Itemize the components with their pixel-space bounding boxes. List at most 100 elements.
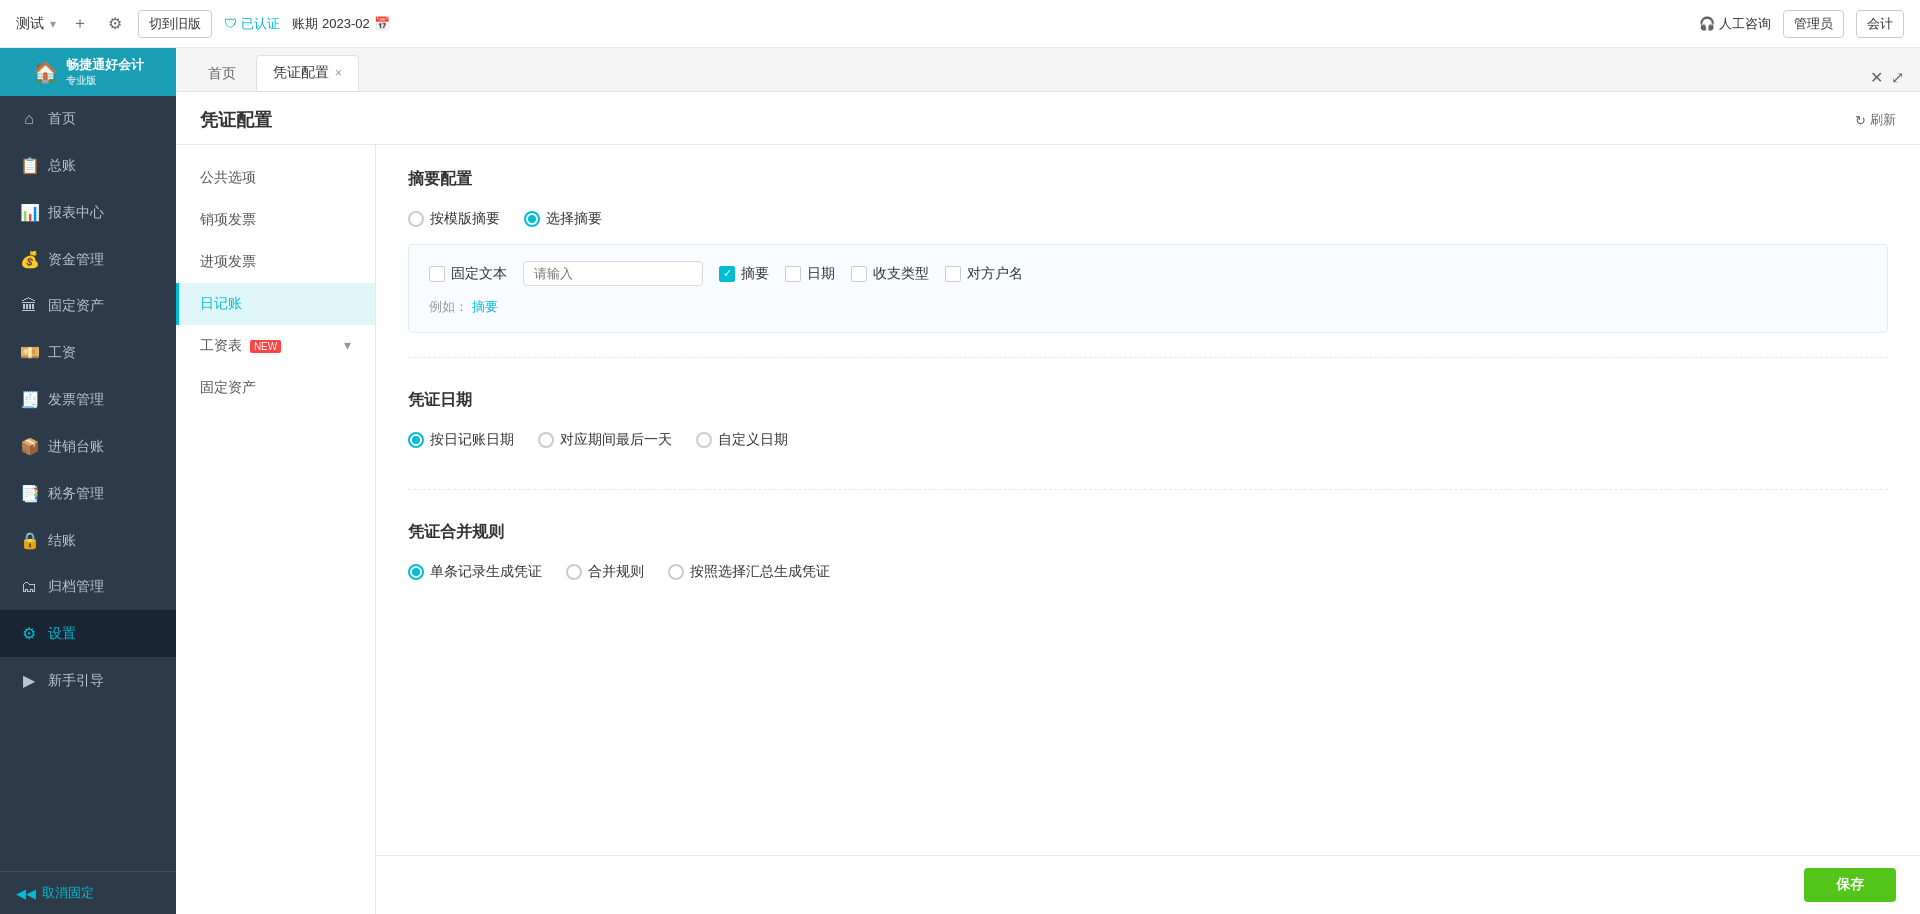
sidebar-item-wages[interactable]: 💴 工资 (0, 329, 176, 376)
fixed-text-input[interactable] (523, 261, 703, 286)
manager-button[interactable]: 管理员 (1783, 10, 1844, 38)
summary-config-row: 固定文本 摘要 日期 (429, 261, 1867, 286)
checkbox-summary-box (719, 266, 735, 282)
merge-title: 凭证合并规则 (408, 522, 1888, 543)
invoice-icon: 🧾 (20, 390, 38, 409)
config-nav-public[interactable]: 公共选项 (176, 157, 375, 199)
add-icon[interactable]: ＋ (68, 9, 92, 38)
save-button[interactable]: 保存 (1804, 868, 1896, 902)
merge-radio-group: 单条记录生成凭证 合并规则 按照选择汇总生成凭证 (408, 563, 1888, 581)
config-nav-journal[interactable]: 日记账 (176, 283, 375, 325)
date-radio-period-last[interactable]: 对应期间最后一天 (538, 431, 672, 449)
page-title: 凭证配置 (200, 108, 272, 144)
date-section: 凭证日期 按日记账日期 对应期间最后一天 (408, 390, 1888, 490)
consult-button[interactable]: 🎧 人工咨询 (1699, 15, 1771, 33)
checkbox-fixed-text-box (429, 266, 445, 282)
sidebar-item-ledger[interactable]: 📋 总账 (0, 142, 176, 189)
tab-voucher-config[interactable]: 凭证配置 × (256, 55, 359, 91)
checkbox-fixed-text[interactable]: 固定文本 (429, 265, 507, 283)
tab-home[interactable]: 首页 (192, 57, 252, 91)
config-nav-fixed-assets[interactable]: 固定资产 (176, 367, 375, 409)
checkbox-counterpart[interactable]: 对方户名 (945, 265, 1023, 283)
sidebar-item-settle[interactable]: 🔒 结账 (0, 517, 176, 564)
tab-actions: ✕ ⤢ (1870, 68, 1904, 91)
merge-section: 凭证合并规则 单条记录生成凭证 合并规则 (408, 522, 1888, 621)
archive-icon: 🗂 (20, 578, 38, 596)
period-badge: 账期 2023-02 📅 (292, 15, 390, 33)
expand-icon[interactable]: ⤢ (1891, 68, 1904, 87)
new-badge: NEW (250, 340, 281, 353)
tab-bar: 首页 凭证配置 × ✕ ⤢ (176, 48, 1920, 92)
config-layout: 公共选项 销项发票 进项发票 日记账 工资表 NEW ▾ (176, 145, 1920, 914)
merge-radio-single[interactable]: 单条记录生成凭证 (408, 563, 542, 581)
config-nav-sales-invoice[interactable]: 销项发票 (176, 199, 375, 241)
radio-period-last-circle (538, 432, 554, 448)
tab-close-icon[interactable]: × (335, 66, 342, 80)
expand-chevron-icon: ▾ (344, 337, 351, 353)
sidebar-item-tax[interactable]: 📑 税务管理 (0, 470, 176, 517)
date-radio-custom[interactable]: 自定义日期 (696, 431, 788, 449)
home-icon: ⌂ (20, 110, 38, 128)
sidebar-item-assets[interactable]: 🏛 固定资产 (0, 283, 176, 329)
guide-icon: ▶ (20, 671, 38, 690)
sidebar-item-settings[interactable]: ⚙ 设置 (0, 610, 176, 657)
settle-icon: 🔒 (20, 531, 38, 550)
config-nav-payroll[interactable]: 工资表 NEW ▾ (176, 325, 375, 367)
config-content-wrapper: 摘要配置 按模版摘要 选择摘要 (376, 145, 1920, 914)
radio-journal-circle (408, 432, 424, 448)
merge-radio-rules[interactable]: 合并规则 (566, 563, 644, 581)
checkbox-summary[interactable]: 摘要 (719, 265, 769, 283)
sidebar-logo: 🏠 畅捷通好会计 专业版 (0, 48, 176, 96)
switch-old-button[interactable]: 切到旧版 (138, 10, 212, 38)
headset-icon: 🎧 (1699, 16, 1715, 31)
summary-title: 摘要配置 (408, 169, 1888, 190)
checkbox-counterpart-box (945, 266, 961, 282)
wages-icon: 💴 (20, 343, 38, 362)
sidebar-item-reports[interactable]: 📊 报表中心 (0, 189, 176, 236)
summary-radio-template[interactable]: 按模版摘要 (408, 210, 500, 228)
shield-icon: 🛡 (224, 16, 237, 31)
gear-icon[interactable]: ⚙ (104, 10, 126, 37)
merge-radio-select-summary[interactable]: 按照选择汇总生成凭证 (668, 563, 830, 581)
close-window-icon[interactable]: ✕ (1870, 68, 1883, 87)
sidebar-item-funds[interactable]: 💰 资金管理 (0, 236, 176, 283)
summary-radio-group: 按模版摘要 选择摘要 (408, 210, 1888, 228)
checkbox-pay-type-box (851, 266, 867, 282)
certified-badge: 🛡 已认证 (224, 15, 280, 33)
page-header: 凭证配置 ↻ 刷新 (176, 92, 1920, 145)
settings-icon: ⚙ (20, 624, 38, 643)
radio-template-circle (408, 211, 424, 227)
logo-icon: 🏠 (33, 60, 58, 84)
reports-icon: 📊 (20, 203, 38, 222)
refresh-button[interactable]: ↻ 刷新 (1855, 111, 1896, 141)
date-radio-journal[interactable]: 按日记账日期 (408, 431, 514, 449)
inout-icon: 📦 (20, 437, 38, 456)
company-selector[interactable]: 测试 ▾ (16, 15, 56, 33)
sidebar-item-home[interactable]: ⌂ 首页 (0, 96, 176, 142)
tax-icon: 📑 (20, 484, 38, 503)
sidebar-item-inout[interactable]: 📦 进销台账 (0, 423, 176, 470)
radio-rules-circle (566, 564, 582, 580)
checkbox-pay-type[interactable]: 收支类型 (851, 265, 929, 283)
pin-icon: ◀◀ (16, 886, 36, 901)
main-layout: 🏠 畅捷通好会计 专业版 ⌂ 首页 📋 总账 📊 报表中心 💰 资金管理 🏛 固… (0, 48, 1920, 914)
config-content: 摘要配置 按模版摘要 选择摘要 (376, 145, 1920, 855)
ledger-icon: 📋 (20, 156, 38, 175)
radio-select-circle (524, 211, 540, 227)
top-bar-right: 🎧 人工咨询 管理员 会计 (1699, 10, 1904, 38)
page-content: 凭证配置 ↻ 刷新 公共选项 销项发票 进项发票 (176, 92, 1920, 914)
top-bar: 测试 ▾ ＋ ⚙ 切到旧版 🛡 已认证 账期 2023-02 📅 🎧 人工咨询 … (0, 0, 1920, 48)
sidebar-item-invoice[interactable]: 🧾 发票管理 (0, 376, 176, 423)
date-title: 凭证日期 (408, 390, 1888, 411)
accountant-button[interactable]: 会计 (1856, 10, 1904, 38)
checkbox-date[interactable]: 日期 (785, 265, 835, 283)
refresh-icon: ↻ (1855, 113, 1866, 128)
sidebar-item-archive[interactable]: 🗂 归档管理 (0, 564, 176, 610)
summary-radio-select[interactable]: 选择摘要 (524, 210, 602, 228)
summary-example: 例如： 摘要 (429, 298, 1867, 316)
config-nav-purchase-invoice[interactable]: 进项发票 (176, 241, 375, 283)
radio-custom-circle (696, 432, 712, 448)
chevron-down-icon: ▾ (50, 17, 56, 31)
sidebar-item-guide[interactable]: ▶ 新手引导 (0, 657, 176, 704)
cancel-pin-button[interactable]: ◀◀ 取消固定 (0, 871, 176, 914)
